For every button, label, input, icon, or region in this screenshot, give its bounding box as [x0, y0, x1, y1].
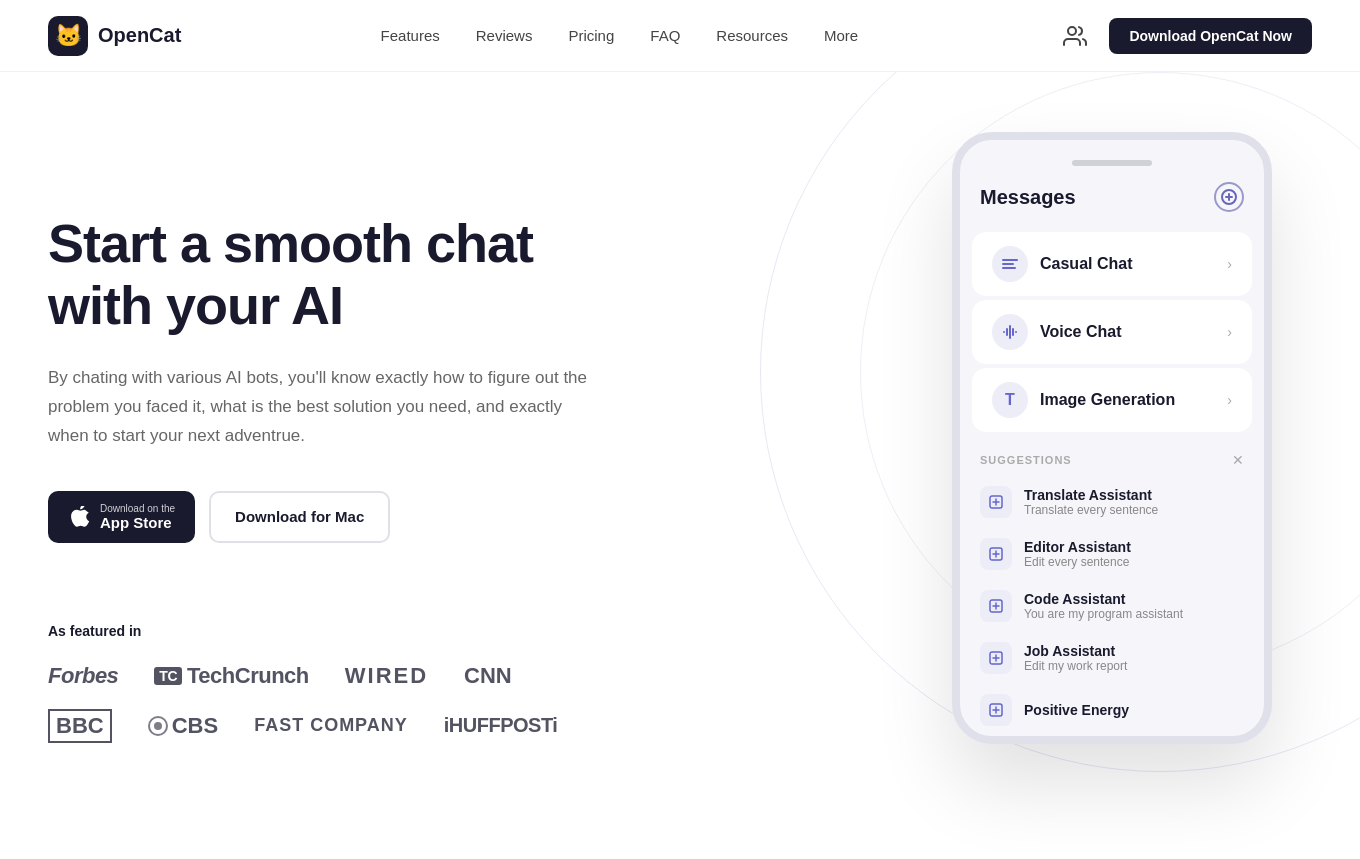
- job-name: Job Assistant: [1024, 643, 1127, 659]
- appstore-text: Download on the App Store: [100, 503, 175, 531]
- code-desc: You are my program assistant: [1024, 607, 1183, 621]
- translate-icon: [980, 486, 1012, 518]
- suggestions-header: SUGGESTIONS ✕: [960, 436, 1264, 476]
- suggestion-job[interactable]: Job Assistant Edit my work report: [960, 632, 1264, 684]
- featured-logos-row2: BBC CBS FAST COMPANY iHUFFPOSTi: [48, 709, 648, 743]
- nav-features[interactable]: Features: [381, 27, 440, 44]
- cnn-logo: CNN: [464, 663, 512, 689]
- suggestions-close-button[interactable]: ✕: [1232, 452, 1244, 468]
- svg-point-2: [154, 722, 162, 730]
- logo-link[interactable]: 🐱 OpenCat: [48, 16, 181, 56]
- cbs-eye-icon: [148, 716, 168, 736]
- cbs-logo: CBS: [148, 713, 218, 739]
- featured-logos-row1: Forbes TC TechCrunch WIRED CNN: [48, 663, 648, 689]
- nav-links: Features Reviews Pricing FAQ Resources M…: [381, 27, 859, 44]
- image-gen-chevron: ›: [1227, 392, 1232, 408]
- mac-download-button[interactable]: Download for Mac: [209, 491, 390, 543]
- editor-text: Editor Assistant Edit every sentence: [1024, 539, 1131, 569]
- huffpost-logo: iHUFFPOSTi: [444, 714, 558, 737]
- voice-chat-label: Voice Chat: [1040, 323, 1122, 341]
- voice-chat-icon: [992, 314, 1028, 350]
- appstore-label-small: Download on the: [100, 503, 175, 514]
- suggestion-translate[interactable]: Translate Assistant Translate every sent…: [960, 476, 1264, 528]
- hero-title: Start a smooth chat with your AI: [48, 212, 648, 336]
- wired-logo: WIRED: [345, 663, 428, 689]
- hero-section: Start a smooth chat with your AI By chat…: [0, 72, 1360, 852]
- editor-icon: [980, 538, 1012, 570]
- suggestion-code[interactable]: Code Assistant You are my program assist…: [960, 580, 1264, 632]
- translate-text: Translate Assistant Translate every sent…: [1024, 487, 1158, 517]
- bbc-logo: BBC: [48, 709, 112, 743]
- appstore-label-big: App Store: [100, 514, 172, 531]
- translate-desc: Translate every sentence: [1024, 503, 1158, 517]
- nav-resources[interactable]: Resources: [716, 27, 788, 44]
- casual-chat-icon: [992, 246, 1028, 282]
- chat-item-voice-left: Voice Chat: [992, 314, 1122, 350]
- phone-header: Messages: [960, 182, 1264, 228]
- logo-icon: 🐱: [48, 16, 88, 56]
- energy-icon: [980, 694, 1012, 726]
- image-gen-label: Image Generation: [1040, 391, 1175, 409]
- chat-item-image[interactable]: T Image Generation ›: [972, 368, 1252, 432]
- fastcompany-logo: FAST COMPANY: [254, 715, 408, 736]
- settings-icon-button[interactable]: [1057, 18, 1093, 54]
- voice-chat-chevron: ›: [1227, 324, 1232, 340]
- suggestion-energy[interactable]: Positive Energy: [960, 684, 1264, 736]
- apple-icon: [68, 506, 90, 528]
- phone-messages-title: Messages: [980, 186, 1076, 209]
- svg-point-0: [1068, 27, 1076, 35]
- featured-label: As featured in: [48, 623, 648, 639]
- energy-text: Positive Energy: [1024, 702, 1129, 718]
- code-icon: [980, 590, 1012, 622]
- job-icon: [980, 642, 1012, 674]
- techcrunch-logo: TC TechCrunch: [154, 663, 308, 689]
- nav-more[interactable]: More: [824, 27, 858, 44]
- chat-item-image-left: T Image Generation: [992, 382, 1175, 418]
- nav-pricing[interactable]: Pricing: [568, 27, 614, 44]
- nav-reviews[interactable]: Reviews: [476, 27, 533, 44]
- hero-left: Start a smooth chat with your AI By chat…: [48, 152, 648, 763]
- download-cta-button[interactable]: Download OpenCat Now: [1109, 18, 1312, 54]
- phone-notch: [1072, 160, 1152, 166]
- suggestions-title: SUGGESTIONS: [980, 454, 1072, 466]
- translate-name: Translate Assistant: [1024, 487, 1158, 503]
- editor-name: Editor Assistant: [1024, 539, 1131, 555]
- phone-wrapper: Messages: [952, 132, 1312, 744]
- forbes-logo: Forbes: [48, 663, 118, 689]
- casual-chat-label: Casual Chat: [1040, 255, 1132, 273]
- chat-item-casual-left: Casual Chat: [992, 246, 1132, 282]
- job-desc: Edit my work report: [1024, 659, 1127, 673]
- chat-item-voice[interactable]: Voice Chat ›: [972, 300, 1252, 364]
- navbar: 🐱 OpenCat Features Reviews Pricing FAQ R…: [0, 0, 1360, 72]
- nav-right: Download OpenCat Now: [1057, 18, 1312, 54]
- hero-buttons: Download on the App Store Download for M…: [48, 491, 648, 543]
- code-name: Code Assistant: [1024, 591, 1183, 607]
- energy-name: Positive Energy: [1024, 702, 1129, 718]
- chat-item-casual[interactable]: Casual Chat ›: [972, 232, 1252, 296]
- casual-chat-chevron: ›: [1227, 256, 1232, 272]
- phone-add-button[interactable]: [1214, 182, 1244, 212]
- featured-section: As featured in Forbes TC TechCrunch WIRE…: [48, 623, 648, 743]
- phone-frame: Messages: [952, 132, 1272, 744]
- suggestion-editor[interactable]: Editor Assistant Edit every sentence: [960, 528, 1264, 580]
- job-text: Job Assistant Edit my work report: [1024, 643, 1127, 673]
- image-gen-icon: T: [992, 382, 1028, 418]
- phone-mockup-container: Messages: [952, 152, 1312, 744]
- code-text: Code Assistant You are my program assist…: [1024, 591, 1183, 621]
- hero-description: By chating with various AI bots, you'll …: [48, 364, 588, 451]
- logo-text: OpenCat: [98, 24, 181, 47]
- editor-desc: Edit every sentence: [1024, 555, 1131, 569]
- nav-faq[interactable]: FAQ: [650, 27, 680, 44]
- appstore-button[interactable]: Download on the App Store: [48, 491, 195, 543]
